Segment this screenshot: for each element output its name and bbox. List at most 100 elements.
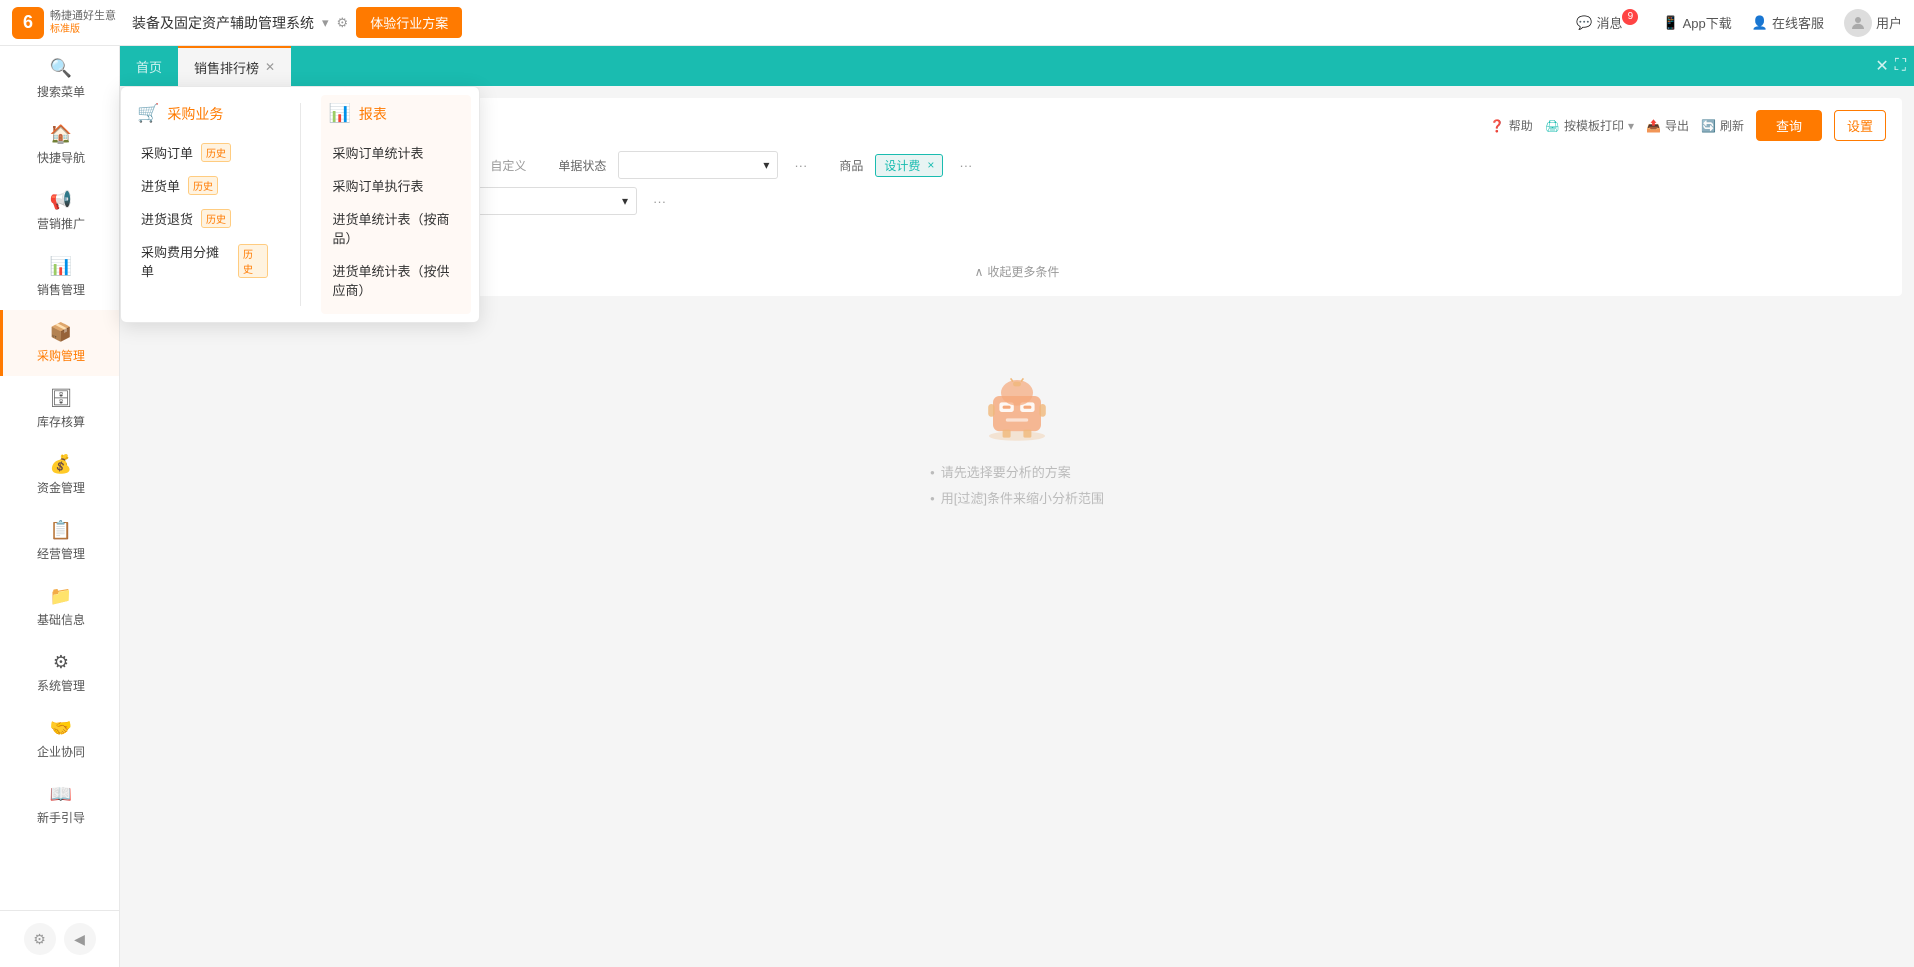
sidebar-item-quick[interactable]: 🏠 快捷导航 bbox=[0, 112, 119, 178]
collapse-label: 收起更多条件 bbox=[987, 263, 1059, 280]
item-label: 采购费用分摊单 bbox=[141, 242, 230, 280]
sidebar-item-sales[interactable]: 📊 销售管理 bbox=[0, 244, 119, 310]
user-name: 用户 bbox=[1876, 13, 1902, 32]
sidebar-item-label: 资金管理 bbox=[37, 479, 85, 496]
history-badge: 历史 bbox=[238, 244, 268, 278]
online-service-label: 在线客服 bbox=[1772, 13, 1824, 32]
chart-icon: 📊 bbox=[50, 256, 72, 277]
tab-expand-icon[interactable]: ⛶ bbox=[1895, 57, 1906, 75]
dropdown-item-incoming-stats-goods[interactable]: 进货单统计表（按商品） bbox=[329, 202, 464, 254]
top-header: 6 畅捷通好生意 标准版 装备及固定资产辅助管理系统 ▾ ⚙ 体验行业方案 💬 … bbox=[0, 0, 1914, 46]
logo-icon: 6 bbox=[12, 7, 44, 39]
sidebar-item-inventory[interactable]: 🗄 库存核算 bbox=[0, 376, 119, 442]
sidebar-item-finance[interactable]: 💰 资金管理 bbox=[0, 442, 119, 508]
message-button[interactable]: 💬 消息 9 bbox=[1576, 13, 1642, 32]
salesman-dots[interactable]: ··· bbox=[653, 194, 666, 209]
online-service-button[interactable]: 👤 在线客服 bbox=[1752, 13, 1824, 32]
sidebar-item-label: 采购管理 bbox=[37, 347, 85, 364]
print-template-button[interactable]: 🖨 按模板打印 ▾ bbox=[1545, 117, 1634, 134]
tab-home-label: 首页 bbox=[136, 57, 162, 76]
trial-button[interactable]: 体验行业方案 bbox=[356, 7, 462, 38]
refresh-icon: 🔄 bbox=[1701, 119, 1716, 133]
dropdown-item-purchase-order-exec[interactable]: 采购订单执行表 bbox=[329, 169, 464, 202]
report-col-title: 报表 bbox=[359, 104, 387, 124]
sidebar-item-label: 新手引导 bbox=[37, 809, 85, 826]
empty-state: 请先选择要分析的方案 用[过滤]条件来缩小分析范围 bbox=[132, 304, 1902, 572]
salesman-select[interactable]: ▾ bbox=[477, 187, 637, 215]
dropdown-item-incoming-return[interactable]: 进货退货 历史 bbox=[137, 202, 272, 235]
tab-close-icon[interactable]: ✕ bbox=[265, 60, 275, 74]
user-menu[interactable]: 用户 bbox=[1844, 9, 1902, 37]
dropdown-item-incoming[interactable]: 进货单 历史 bbox=[137, 169, 272, 202]
sidebar: 🔍 搜索菜单 🏠 快捷导航 📢 营销推广 📊 销售管理 📦 采购管理 🗄 库存核… bbox=[0, 46, 120, 967]
logo-line1: 畅捷通好生意 bbox=[50, 9, 116, 23]
settings-button[interactable]: 设置 bbox=[1834, 110, 1886, 141]
clipboard-icon: 📋 bbox=[50, 520, 72, 541]
bill-status-chevron: ▾ bbox=[763, 158, 769, 172]
bill-status-dots[interactable]: ··· bbox=[794, 158, 807, 173]
purchase-dropdown-menu: 🛒 采购业务 采购订单 历史 进货单 历史 进货退货 历史 采购费用分摊单 历史 bbox=[120, 86, 480, 323]
goods-label: 商品 bbox=[839, 157, 863, 174]
bill-status-value bbox=[627, 157, 639, 174]
help-label: 帮助 bbox=[1509, 117, 1533, 134]
sidebar-item-label: 基础信息 bbox=[37, 611, 85, 628]
date-custom[interactable]: 自定义 bbox=[490, 157, 526, 174]
dropdown-item-purchase-cost[interactable]: 采购费用分摊单 历史 bbox=[137, 235, 272, 287]
refresh-button[interactable]: 🔄 刷新 bbox=[1701, 117, 1744, 134]
item-label: 进货单统计表（按商品） bbox=[333, 209, 460, 247]
money-icon: 💰 bbox=[50, 454, 72, 475]
message-badge: 9 bbox=[1622, 9, 1638, 25]
item-label: 采购订单统计表 bbox=[333, 143, 424, 162]
goods-tag-close[interactable]: × bbox=[927, 158, 934, 172]
sidebar-item-label: 库存核算 bbox=[37, 413, 85, 430]
dropdown-item-purchase-order-stats[interactable]: 采购订单统计表 bbox=[329, 136, 464, 169]
empty-tip-2: 用[过滤]条件来缩小分析范围 bbox=[941, 486, 1104, 512]
tab-sales-rank[interactable]: 销售排行榜 ✕ bbox=[178, 46, 291, 86]
tab-bar-actions: ✕ ⛶ bbox=[1875, 56, 1914, 76]
tab-close-all-icon[interactable]: ✕ bbox=[1875, 56, 1888, 76]
dropdown-item-incoming-stats-supplier[interactable]: 进货单统计表（按供应商） bbox=[329, 254, 464, 306]
settings-icon[interactable]: ⚙ bbox=[337, 15, 349, 31]
sidebar-item-marketing[interactable]: 📢 营销推广 bbox=[0, 178, 119, 244]
dropdown-item-purchase-order[interactable]: 采购订单 历史 bbox=[137, 136, 272, 169]
chevron-down-icon[interactable]: ▾ bbox=[322, 15, 329, 31]
sidebar-settings-button[interactable]: ⚙ bbox=[24, 923, 56, 955]
sidebar-item-search[interactable]: 🔍 搜索菜单 bbox=[0, 46, 119, 112]
user-avatar bbox=[1844, 9, 1872, 37]
sidebar-item-system[interactable]: ⚙ 系统管理 bbox=[0, 640, 119, 706]
search-button[interactable]: 查询 bbox=[1756, 110, 1822, 141]
goods-tag: 设计费 × bbox=[875, 154, 943, 177]
tab-sales-rank-label: 销售排行榜 bbox=[194, 58, 259, 77]
export-label: 导出 bbox=[1665, 117, 1689, 134]
sidebar-item-purchase[interactable]: 📦 采购管理 bbox=[0, 310, 119, 376]
refresh-label: 刷新 bbox=[1720, 117, 1744, 134]
help-button[interactable]: ❓ 帮助 bbox=[1490, 117, 1533, 134]
phone-icon: 📱 bbox=[1662, 15, 1678, 31]
export-button[interactable]: 📤 导出 bbox=[1646, 117, 1689, 134]
system-title-area: 装备及固定资产辅助管理系统 ▾ ⚙ 体验行业方案 bbox=[132, 7, 1576, 38]
sidebar-item-basicinfo[interactable]: 📁 基础信息 bbox=[0, 574, 119, 640]
sidebar-item-collab[interactable]: 🤝 企业协同 bbox=[0, 706, 119, 772]
goods-dots[interactable]: ··· bbox=[959, 158, 972, 173]
logo-text: 畅捷通好生意 标准版 bbox=[50, 9, 116, 36]
print-chevron-icon: ▾ bbox=[1628, 119, 1634, 133]
empty-illustration bbox=[967, 364, 1067, 444]
logo-line2: 标准版 bbox=[50, 23, 116, 36]
tab-home[interactable]: 首页 bbox=[120, 46, 178, 86]
dropdown-cols: 🛒 采购业务 采购订单 历史 进货单 历史 进货退货 历史 采购费用分摊单 历史 bbox=[137, 103, 463, 306]
gear-icon: ⚙ bbox=[53, 652, 69, 673]
help-icon: ❓ bbox=[1490, 119, 1505, 133]
sidebar-item-label: 搜索菜单 bbox=[37, 83, 85, 100]
sidebar-item-operation[interactable]: 📋 经营管理 bbox=[0, 508, 119, 574]
empty-tips: 请先选择要分析的方案 用[过滤]条件来缩小分析范围 bbox=[930, 460, 1104, 512]
search-icon: 🔍 bbox=[50, 58, 72, 79]
print-label: 按模板打印 bbox=[1564, 117, 1624, 134]
app-download-button[interactable]: 📱 App下载 bbox=[1662, 13, 1731, 32]
sidebar-item-guide[interactable]: 📖 新手引导 bbox=[0, 772, 119, 838]
bill-status-select[interactable]: ▾ bbox=[618, 151, 778, 179]
item-label: 采购订单执行表 bbox=[333, 176, 424, 195]
megaphone-icon: 📢 bbox=[50, 190, 72, 211]
folder-icon: 📁 bbox=[50, 586, 72, 607]
sidebar-collapse-button[interactable]: ◀ bbox=[64, 923, 96, 955]
item-label: 进货退货 bbox=[141, 209, 193, 228]
